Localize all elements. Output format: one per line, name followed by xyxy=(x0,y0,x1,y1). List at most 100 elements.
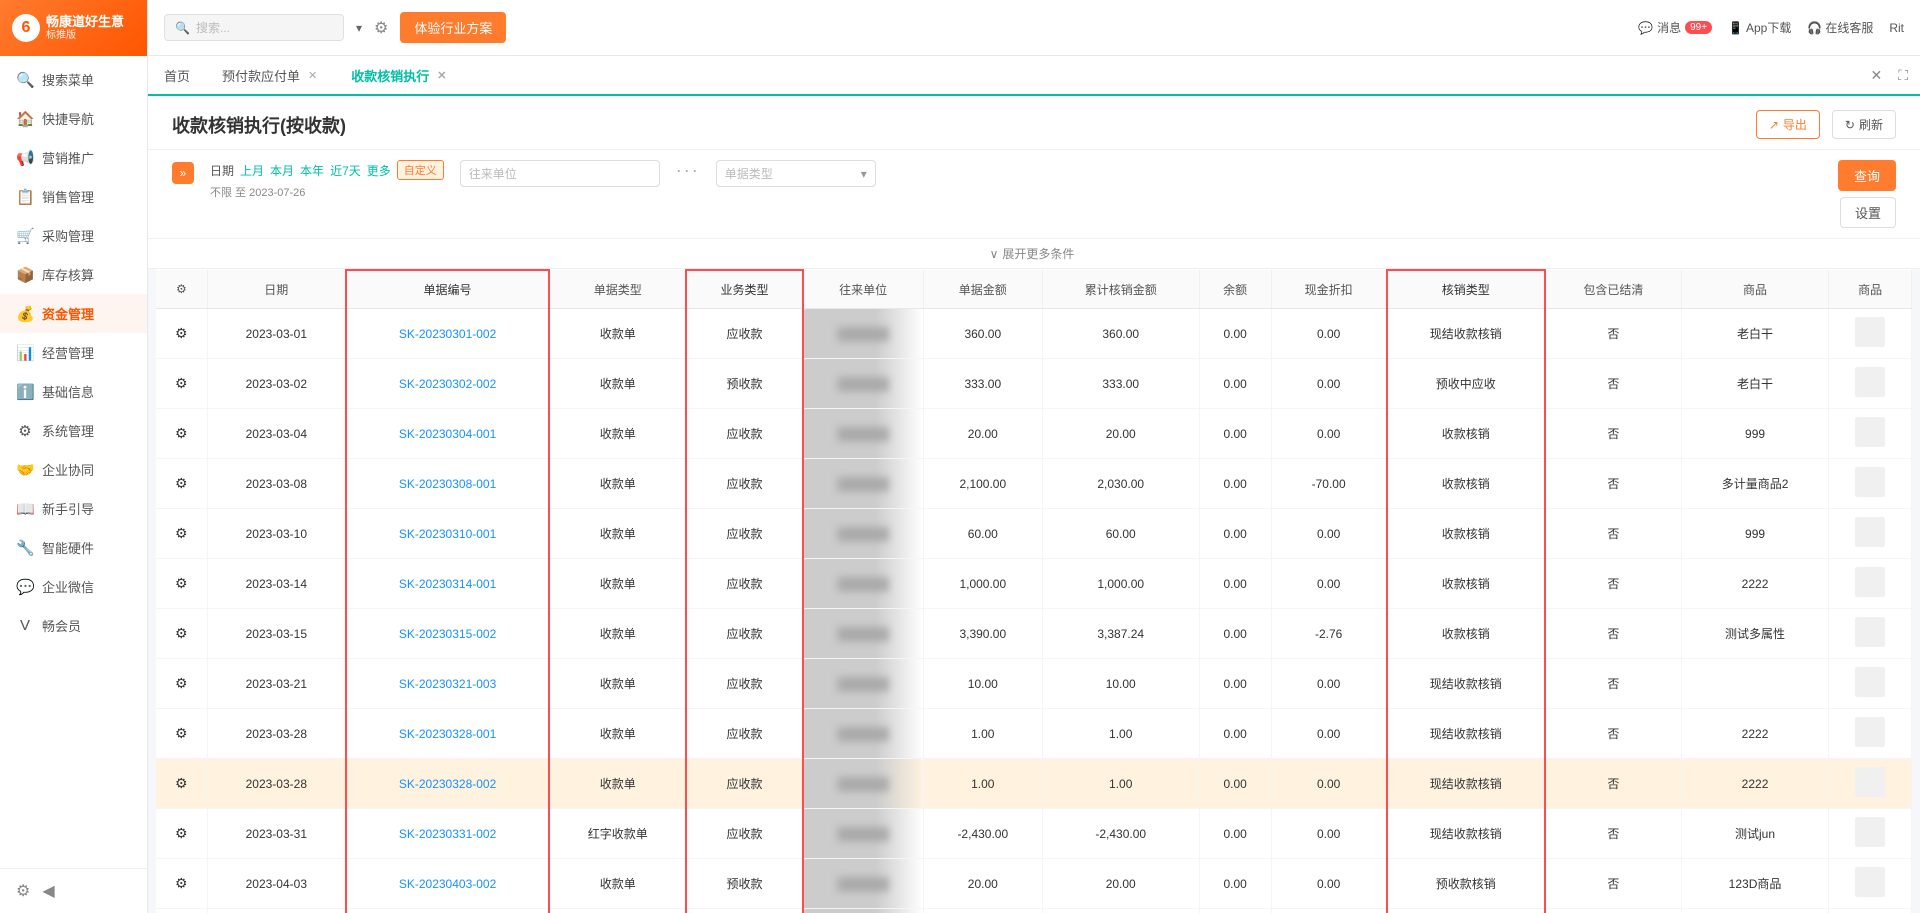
cell-order_no[interactable]: SK-20230314-001 xyxy=(346,559,549,609)
tab-1[interactable]: 预付款应付单✕ xyxy=(206,56,335,96)
table-row[interactable]: ⚙2023-03-28SK-20230328-002收款单应收款██████1.… xyxy=(156,759,1912,809)
cell-order_no[interactable]: SK-20230315-002 xyxy=(346,609,549,659)
cell-order_no[interactable]: SK-20230321-003 xyxy=(346,659,549,709)
query-button[interactable]: 查询 xyxy=(1838,160,1896,191)
order-no-link[interactable]: SK-20230308-001 xyxy=(399,477,496,491)
table-row[interactable]: ⚙2023-03-04SK-20230304-001收款单应收款██████20… xyxy=(156,409,1912,459)
online-service-button[interactable]: 🎧 在线客服 xyxy=(1807,19,1873,36)
order-no-link[interactable]: SK-20230328-001 xyxy=(399,727,496,741)
sidebar-item-13[interactable]: 💬 企业微信 xyxy=(0,567,147,606)
table-row[interactable]: ⚙2023-03-01SK-20230301-002收款单应收款██████36… xyxy=(156,309,1912,359)
custom-date-button[interactable]: 自定义 xyxy=(397,160,444,180)
topbar-search-box[interactable]: 🔍 搜索... xyxy=(164,14,344,41)
table-row[interactable]: ⚙2023-03-31SK-20230331-002红字收款单应收款██████… xyxy=(156,809,1912,859)
cell-gear[interactable]: ⚙ xyxy=(156,409,207,459)
last-7days-link[interactable]: 近7天 xyxy=(330,162,361,179)
cell-gear[interactable]: ⚙ xyxy=(156,309,207,359)
cell-gear[interactable]: ⚙ xyxy=(156,609,207,659)
order-no-link[interactable]: SK-20230331-002 xyxy=(399,827,496,841)
order-no-link[interactable]: SK-20230321-003 xyxy=(399,677,496,691)
sidebar-item-0[interactable]: 🔍 搜索菜单 xyxy=(0,60,147,99)
counterpart-input[interactable]: 往来单位 xyxy=(460,160,660,187)
order-no-link[interactable]: SK-20230403-002 xyxy=(399,877,496,891)
cell-order_no[interactable]: SK-20230301-002 xyxy=(346,309,549,359)
table-row[interactable]: ⚙2023-04-03SK-20230403-002收款单预收款██████20… xyxy=(156,859,1912,909)
cell-acc_cancel: 2,030.00 xyxy=(1042,459,1199,509)
topbar: 🔍 搜索... ▾ ⚙ 体验行业方案 💬 消息 99+ 📱 App下载 🎧 在线… xyxy=(148,0,1920,56)
refresh-button[interactable]: ↻ 刷新 xyxy=(1832,110,1896,139)
order-no-link[interactable]: SK-20230304-001 xyxy=(399,427,496,441)
sidebar-item-2[interactable]: 📢 营销推广 xyxy=(0,138,147,177)
cell-order_no[interactable]: SK-20230408-001 xyxy=(346,909,549,913)
cell-gear[interactable]: ⚙ xyxy=(156,859,207,909)
cell-gear[interactable]: ⚙ xyxy=(156,759,207,809)
setting-button[interactable]: 设置 xyxy=(1840,197,1896,228)
cell-order_no[interactable]: SK-20230331-002 xyxy=(346,809,549,859)
message-button[interactable]: 💬 消息 99+ xyxy=(1638,19,1712,36)
user-menu[interactable]: Rit xyxy=(1889,21,1904,35)
cell-gear[interactable]: ⚙ xyxy=(156,359,207,409)
settings-icon[interactable]: ⚙ xyxy=(16,881,30,901)
cell-gear[interactable]: ⚙ xyxy=(156,459,207,509)
filter-expand-button[interactable]: » xyxy=(172,162,194,184)
table-row[interactable]: ⚙2023-03-21SK-20230321-003收款单应收款██████10… xyxy=(156,659,1912,709)
solution-button[interactable]: 体验行业方案 xyxy=(400,12,506,43)
cell-gear[interactable]: ⚙ xyxy=(156,809,207,859)
maximize-icon[interactable]: ⛶ xyxy=(1894,63,1912,88)
expand-more-row[interactable]: ∨ 展开更多条件 xyxy=(148,239,1920,269)
cell-cancel_type: 收款核销 xyxy=(1387,459,1545,509)
cell-order_no[interactable]: SK-20230304-001 xyxy=(346,409,549,459)
sidebar-item-7[interactable]: 📊 经营管理 xyxy=(0,333,147,372)
order-no-link[interactable]: SK-20230301-002 xyxy=(399,327,496,341)
collapse-icon[interactable]: ◀ xyxy=(42,881,54,901)
order-no-link[interactable]: SK-20230302-002 xyxy=(399,377,496,391)
sidebar-item-12[interactable]: 🔧 智能硬件 xyxy=(0,528,147,567)
this-year-link[interactable]: 本年 xyxy=(300,162,324,179)
cell-gear[interactable]: ⚙ xyxy=(156,659,207,709)
cell-order_no[interactable]: SK-20230328-001 xyxy=(346,709,549,759)
this-month-link[interactable]: 本月 xyxy=(270,162,294,179)
table-row[interactable]: ⚙2023-03-10SK-20230310-001收款单应收款██████60… xyxy=(156,509,1912,559)
app-download-button[interactable]: 📱 App下载 xyxy=(1728,19,1791,36)
cell-order_no[interactable]: SK-20230302-002 xyxy=(346,359,549,409)
sidebar-item-11[interactable]: 📖 新手引导 xyxy=(0,489,147,528)
sidebar-item-3[interactable]: 📋 销售管理 xyxy=(0,177,147,216)
sidebar-item-10[interactable]: 🤝 企业协同 xyxy=(0,450,147,489)
tab-0[interactable]: 首页 xyxy=(148,56,206,96)
sidebar-item-8[interactable]: ℹ️ 基础信息 xyxy=(0,372,147,411)
topbar-dropdown[interactable]: ▾ xyxy=(356,21,362,35)
table-row[interactable]: ⚙2023-03-28SK-20230328-001收款单应收款██████1.… xyxy=(156,709,1912,759)
table-row[interactable]: ⚙2023-03-02SK-20230302-002收款单预收款██████33… xyxy=(156,359,1912,409)
close-window-icon[interactable]: ✕ xyxy=(1866,63,1886,88)
last-month-link[interactable]: 上月 xyxy=(240,162,264,179)
order-no-link[interactable]: SK-20230315-002 xyxy=(399,627,496,641)
cell-gear[interactable]: ⚙ xyxy=(156,559,207,609)
table-row[interactable]: ⚙2023-04-08SK-20230408-001收款单应收款██████10… xyxy=(156,909,1912,913)
sidebar-item-4[interactable]: 🛒 采购管理 xyxy=(0,216,147,255)
sidebar-item-1[interactable]: 🏠 快捷导航 xyxy=(0,99,147,138)
cell-order_no[interactable]: SK-20230310-001 xyxy=(346,509,549,559)
order-no-link[interactable]: SK-20230310-001 xyxy=(399,527,496,541)
sidebar-item-6[interactable]: 💰 资金管理 xyxy=(0,294,147,333)
export-button[interactable]: ↗ 导出 xyxy=(1756,110,1820,139)
order-no-link[interactable]: SK-20230328-002 xyxy=(399,777,496,791)
sidebar-item-5[interactable]: 📦 库存核算 xyxy=(0,255,147,294)
tab-close-1[interactable]: ✕ xyxy=(306,68,319,83)
tab-close-2[interactable]: ✕ xyxy=(435,68,448,83)
cell-gear[interactable]: ⚙ xyxy=(156,909,207,913)
cell-order_no[interactable]: SK-20230403-002 xyxy=(346,859,549,909)
order-no-link[interactable]: SK-20230314-001 xyxy=(399,577,496,591)
cell-gear[interactable]: ⚙ xyxy=(156,709,207,759)
order-type-select[interactable]: 单据类型 ▾ xyxy=(716,160,876,187)
topbar-gear-icon[interactable]: ⚙ xyxy=(374,18,388,38)
table-row[interactable]: ⚙2023-03-15SK-20230315-002收款单应收款██████3,… xyxy=(156,609,1912,659)
cell-order_no[interactable]: SK-20230328-002 xyxy=(346,759,549,809)
sidebar-item-9[interactable]: ⚙ 系统管理 xyxy=(0,411,147,450)
tab-2[interactable]: 收款核销执行✕ xyxy=(335,56,464,96)
more-date-link[interactable]: 更多 xyxy=(367,162,391,179)
cell-gear[interactable]: ⚙ xyxy=(156,509,207,559)
cell-order_no[interactable]: SK-20230308-001 xyxy=(346,459,549,509)
table-row[interactable]: ⚙2023-03-08SK-20230308-001收款单应收款██████2,… xyxy=(156,459,1912,509)
table-row[interactable]: ⚙2023-03-14SK-20230314-001收款单应收款██████1,… xyxy=(156,559,1912,609)
sidebar-item-14[interactable]: V 畅会员 xyxy=(0,606,147,645)
